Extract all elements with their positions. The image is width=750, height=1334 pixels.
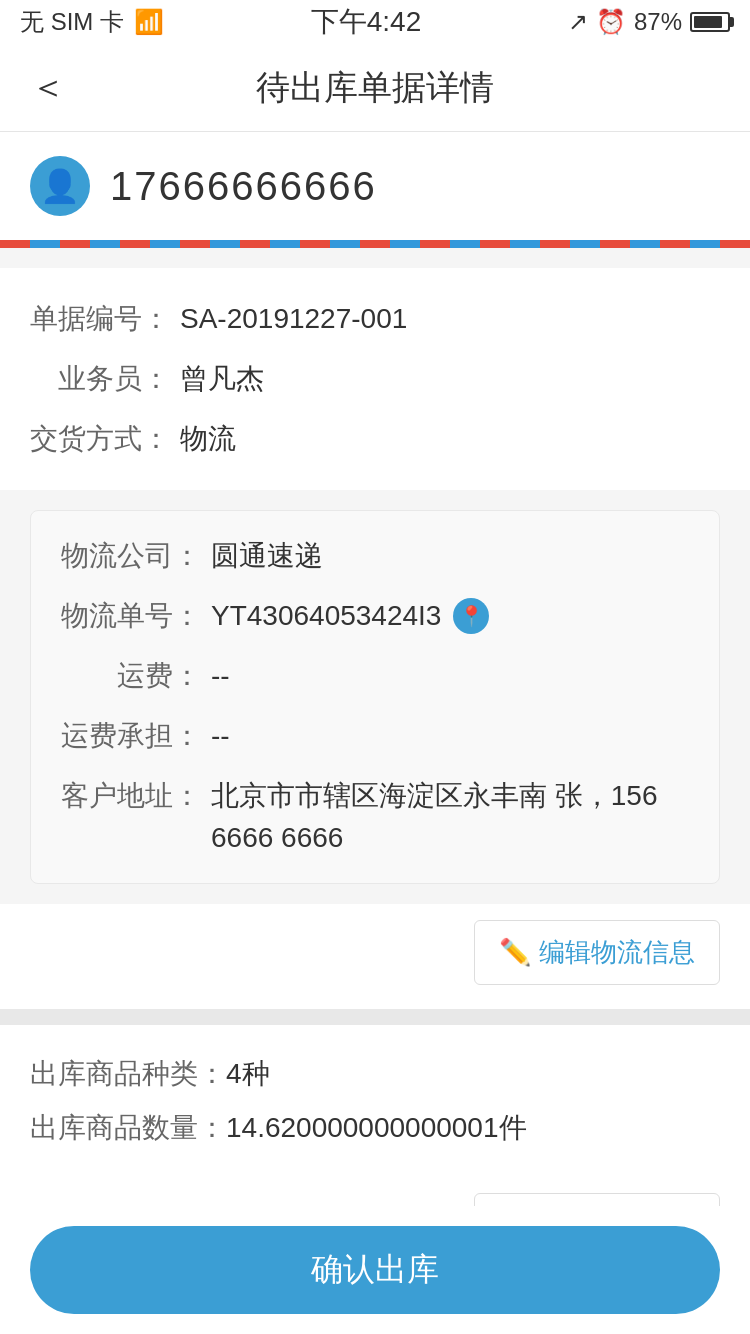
logistics-address-value: 北京市市辖区海淀区永丰南 张，156 6666 6666 <box>211 775 689 859</box>
order-info-section: 单据编号： SA-20191227-001 业务员： 曾凡杰 交货方式： 物流 <box>0 268 750 490</box>
status-bar-time: 下午4:42 <box>311 3 422 41</box>
edit-logistics-section: ✏️ 编辑物流信息 <box>0 904 750 1009</box>
logistics-freight-row: 运费： -- <box>61 655 689 697</box>
avatar-icon: 👤 <box>40 167 80 205</box>
nav-bar: ＜ 待出库单据详情 <box>0 44 750 132</box>
section-spacer-1 <box>0 248 750 268</box>
wifi-icon: 📶 <box>134 8 164 36</box>
logistics-company-value: 圆通速递 <box>211 535 689 577</box>
goods-section: 出库商品种类： 4种 出库商品数量： 14.620000000000001件 <box>0 1025 750 1177</box>
confirm-button[interactable]: 确认出库 <box>30 1226 720 1314</box>
logistics-company-label: 物流公司： <box>61 535 201 577</box>
salesman-label: 业务员： <box>30 358 170 400</box>
battery-text: 87% <box>634 8 682 36</box>
dashed-divider <box>0 240 750 248</box>
logistics-tracking-row: 物流单号： YT43064053424I3 📍 <box>61 595 689 637</box>
logistics-freight-value: -- <box>211 655 689 697</box>
location-status-icon: ↗ <box>568 8 588 36</box>
edit-logistics-button[interactable]: ✏️ 编辑物流信息 <box>474 920 720 985</box>
logistics-tracking-value: YT43064053424I3 📍 <box>211 595 689 637</box>
delivery-label: 交货方式： <box>30 418 170 460</box>
status-bar-left: 无 SIM 卡 📶 <box>20 6 164 38</box>
goods-types-label: 出库商品种类： <box>30 1055 226 1093</box>
logistics-tracking-label: 物流单号： <box>61 595 201 637</box>
logistics-company-row: 物流公司： 圆通速递 <box>61 535 689 577</box>
goods-types-value: 4种 <box>226 1055 270 1093</box>
map-location-icon[interactable]: 📍 <box>453 598 489 634</box>
alarm-icon: ⏰ <box>596 8 626 36</box>
status-bar-right: ↗ ⏰ 87% <box>568 8 730 36</box>
logistics-freight-bear-label: 运费承担： <box>61 715 201 757</box>
logistics-freight-bear-row: 运费承担： -- <box>61 715 689 757</box>
delivery-value: 物流 <box>180 418 720 460</box>
logistics-freight-label: 运费： <box>61 655 201 697</box>
goods-types-row: 出库商品种类： 4种 <box>30 1055 720 1093</box>
logistics-address-label: 客户地址： <box>61 775 201 817</box>
gray-separator <box>0 1009 750 1025</box>
logistics-card: 物流公司： 圆通速递 物流单号： YT43064053424I3 📍 运费： -… <box>30 510 720 884</box>
avatar: 👤 <box>30 156 90 216</box>
delivery-row: 交货方式： 物流 <box>30 418 720 460</box>
goods-quantity-label: 出库商品数量： <box>30 1109 226 1147</box>
order-no-value: SA-20191227-001 <box>180 298 720 340</box>
tracking-number: YT43064053424I3 <box>211 595 441 637</box>
page-title: 待出库单据详情 <box>256 65 494 111</box>
confirm-label: 确认出库 <box>311 1248 439 1292</box>
back-button[interactable]: ＜ <box>30 63 66 112</box>
bottom-bar: 确认出库 <box>0 1206 750 1334</box>
goods-quantity-row: 出库商品数量： 14.620000000000001件 <box>30 1109 720 1147</box>
salesman-value: 曾凡杰 <box>180 358 720 400</box>
carrier-text: 无 SIM 卡 <box>20 6 124 38</box>
order-no-label: 单据编号： <box>30 298 170 340</box>
logistics-address-row: 客户地址： 北京市市辖区海淀区永丰南 张，156 6666 6666 <box>61 775 689 859</box>
goods-quantity-value: 14.620000000000001件 <box>226 1109 527 1147</box>
customer-header: 👤 17666666666 <box>0 132 750 240</box>
battery-icon <box>690 12 730 32</box>
edit-icon: ✏️ <box>499 937 531 968</box>
customer-phone: 17666666666 <box>110 164 377 209</box>
order-no-row: 单据编号： SA-20191227-001 <box>30 298 720 340</box>
salesman-row: 业务员： 曾凡杰 <box>30 358 720 400</box>
edit-logistics-label: 编辑物流信息 <box>539 935 695 970</box>
status-bar: 无 SIM 卡 📶 下午4:42 ↗ ⏰ 87% <box>0 0 750 44</box>
logistics-freight-bear-value: -- <box>211 715 689 757</box>
